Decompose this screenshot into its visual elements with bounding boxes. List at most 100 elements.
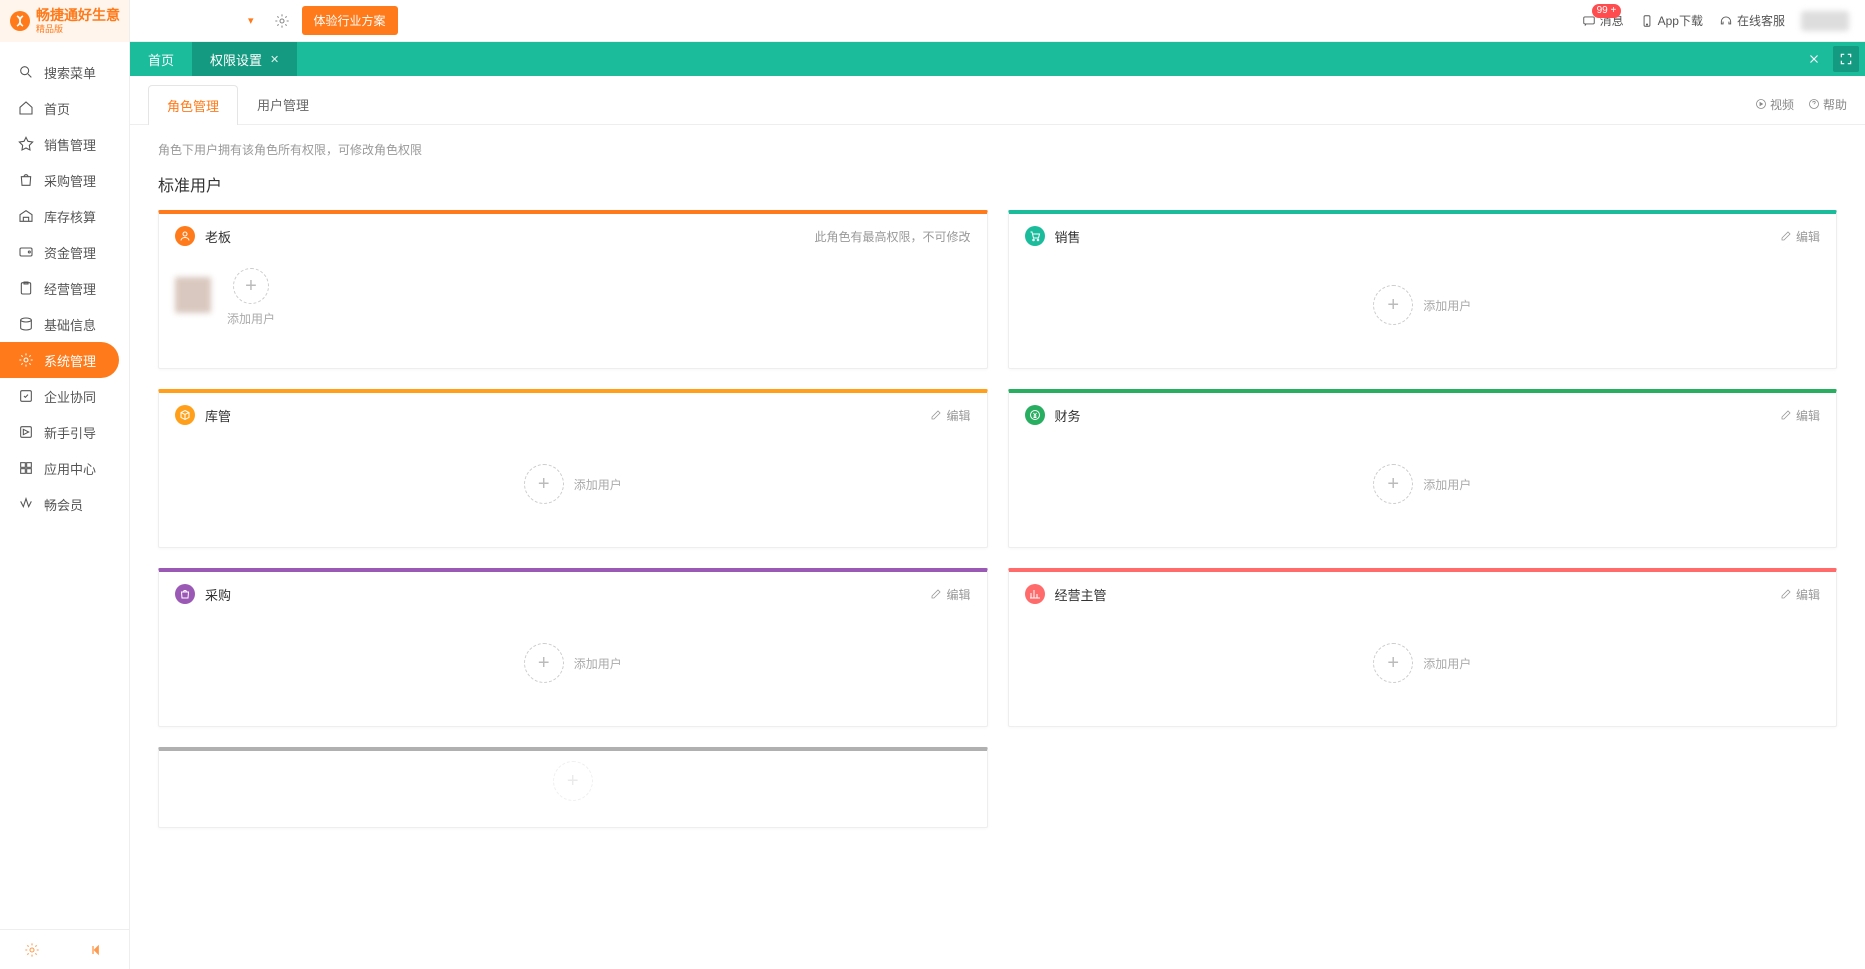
sidebar-label: 经营管理 [44,279,96,298]
add-user-button[interactable]: +添加用户 [524,643,622,683]
sidebar-item-operations[interactable]: 经营管理 [0,270,129,306]
plus-icon: + [233,268,269,304]
sidebar: 畅捷通好生意 精品版 搜索菜单 首页 销售管理 采购管理 库存核算 资金管理 经… [0,0,130,969]
headset-icon [1719,14,1733,28]
settings-button[interactable] [274,13,290,29]
wallet-icon [18,244,34,260]
logo[interactable]: 畅捷通好生意 精品版 [0,0,129,42]
collab-icon [18,388,34,404]
help-link[interactable]: 帮助 [1808,96,1847,113]
edit-button[interactable]: 编辑 [1780,228,1820,245]
plus-icon: + [1373,285,1413,325]
sidebar-label: 销售管理 [44,135,96,154]
sidebar-item-baseinfo[interactable]: 基础信息 [0,306,129,342]
settings-icon[interactable] [24,942,40,958]
sidebar-item-home[interactable]: 首页 [0,90,129,126]
cart-icon [1025,226,1045,246]
role-card-boss: 老板 此角色有最高权限，不可修改 + 添加用户 [158,210,988,369]
add-user-button[interactable]: +添加用户 [1373,285,1471,325]
add-user-button[interactable]: +添加用户 [1373,464,1471,504]
plus-icon: + [1373,643,1413,683]
chart-icon [1025,584,1045,604]
plus-icon: + [524,464,564,504]
role-name: 库管 [205,406,231,425]
user-avatar[interactable] [1801,11,1849,31]
page-description: 角色下用户拥有该角色所有权限，可修改角色权限 [130,125,1865,164]
sidebar-label: 基础信息 [44,315,96,334]
money-icon [1025,405,1045,425]
sidebar-item-system[interactable]: 系统管理 [0,342,119,378]
sidebar-label: 应用中心 [44,459,96,478]
bag-icon [18,172,34,188]
apps-icon [18,460,34,476]
user-avatar-slot[interactable] [175,277,211,319]
sales-icon [18,136,34,152]
plus-icon: + [1373,464,1413,504]
sidebar-item-guide[interactable]: 新手引导 [0,414,129,450]
support-link[interactable]: 在线客服 [1719,12,1785,29]
collapse-icon[interactable] [89,942,105,958]
add-user-button[interactable]: +添加用户 [524,464,622,504]
sidebar-item-search[interactable]: 搜索菜单 [0,54,129,90]
tab-home[interactable]: 首页 [130,42,192,76]
logo-text: 畅捷通好生意 [36,8,120,22]
sidebar-item-collab[interactable]: 企业协同 [0,378,129,414]
subtab-users[interactable]: 用户管理 [238,84,328,124]
sidebar-item-purchase[interactable]: 采购管理 [0,162,129,198]
sidebar-label: 资金管理 [44,243,96,262]
close-all-tabs-button[interactable] [1801,46,1827,72]
video-link[interactable]: 视频 [1755,96,1794,113]
bag-icon [175,584,195,604]
db-icon [18,316,34,332]
messages-link[interactable]: 消息 99 + [1582,12,1624,29]
sidebar-item-vip[interactable]: 畅会员 [0,486,129,522]
boss-icon [175,226,195,246]
edit-button[interactable]: 编辑 [1780,586,1820,603]
download-icon [1640,14,1654,28]
edit-button[interactable]: 编辑 [1780,407,1820,424]
sidebar-item-funds[interactable]: 资金管理 [0,234,129,270]
sidebar-item-apps[interactable]: 应用中心 [0,450,129,486]
role-note: 此角色有最高权限，不可修改 [814,228,970,245]
box-icon [175,405,195,425]
role-card-purchase: 采购 编辑 +添加用户 [158,568,988,727]
badge: 99 + [1592,4,1622,18]
role-card-finance: 财务 编辑 +添加用户 [1008,389,1838,548]
role-name: 销售 [1055,227,1081,246]
edit-button[interactable]: 编辑 [930,586,970,603]
role-card-manager: 经营主管 编辑 +添加用户 [1008,568,1838,727]
store-selector[interactable] [146,11,266,30]
warehouse-icon [18,208,34,224]
sidebar-label: 畅会员 [44,495,83,514]
main: ▾ 体验行业方案 消息 99 + App下载 在线客服 [130,0,1865,969]
role-card-sales: 销售 编辑 +添加用户 [1008,210,1838,369]
add-user-button[interactable]: + 添加用户 [227,268,275,327]
sidebar-nav: 搜索菜单 首页 销售管理 采购管理 库存核算 资金管理 经营管理 基础信息 系统… [0,42,129,929]
subtab-roles[interactable]: 角色管理 [148,85,238,125]
sidebar-item-inventory[interactable]: 库存核算 [0,198,129,234]
close-icon[interactable]: ✕ [270,53,279,66]
add-user-button[interactable]: +添加用户 [1373,643,1471,683]
sidebar-item-sales[interactable]: 销售管理 [0,126,129,162]
plus-icon[interactable]: + [553,761,593,801]
role-name: 采购 [205,585,231,604]
sidebar-label: 系统管理 [44,351,96,370]
search-icon [18,64,34,80]
tab-permissions[interactable]: 权限设置✕ [192,42,297,76]
content: 角色管理 用户管理 视频 帮助 角色下用户拥有该角色所有权限，可修改角色权限 标… [130,76,1865,969]
home-icon [18,100,34,116]
user-avatar-img [175,277,211,313]
section-title: 标准用户 [130,164,1865,210]
topbar: ▾ 体验行业方案 消息 99 + App下载 在线客服 [130,0,1865,42]
edit-button[interactable]: 编辑 [930,407,970,424]
clipboard-icon [18,280,34,296]
download-link[interactable]: App下载 [1640,12,1703,29]
fullscreen-button[interactable] [1833,46,1859,72]
experience-plan-button[interactable]: 体验行业方案 [302,6,398,35]
plus-icon: + [524,643,564,683]
gear-icon [18,352,34,368]
sidebar-label: 采购管理 [44,171,96,190]
role-name: 老板 [205,227,231,246]
sidebar-label: 库存核算 [44,207,96,226]
sidebar-label: 企业协同 [44,387,96,406]
